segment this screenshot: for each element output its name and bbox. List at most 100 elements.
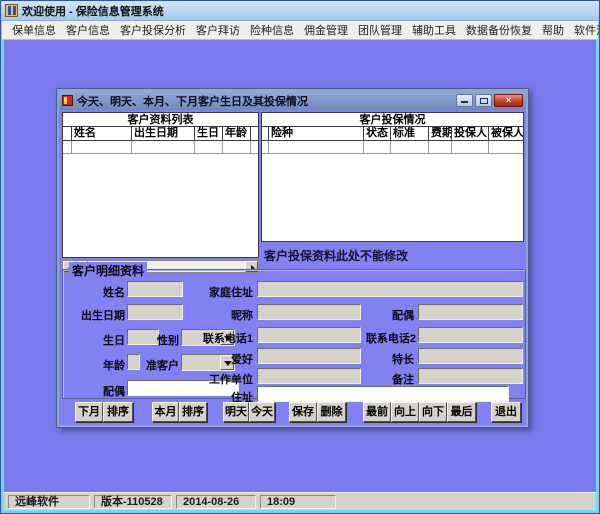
menu-aux-tools[interactable]: 辅助工具	[407, 22, 461, 38]
birth-date-label: 出生日期	[81, 310, 125, 322]
customer-list-grid[interactable]: 客户资料列表 姓名 出生日期 生日 年龄	[62, 112, 259, 258]
this-month-button[interactable]: 本月	[152, 402, 179, 422]
spouse-right-label: 配偶	[392, 310, 414, 322]
col-birthday: 生日	[195, 127, 223, 140]
prospect-label: 准客户	[146, 360, 179, 372]
maximize-icon	[480, 98, 488, 104]
col-standard: 标准	[391, 127, 429, 140]
menu-bar: 保单信息 客户信息 客户投保分析 客户拜访 险种信息 佣金管理 团队管理 辅助工…	[2, 21, 599, 40]
col-insurance-type: 险种	[269, 127, 364, 140]
menu-customer-visit[interactable]: 客户拜访	[191, 22, 245, 38]
close-button[interactable]: ×	[494, 94, 523, 107]
menu-policy-info[interactable]: 保单信息	[7, 22, 61, 38]
readonly-notice: 客户投保资料此处不能修改	[264, 249, 409, 263]
tomorrow-button[interactable]: 明天	[223, 402, 249, 422]
address-input[interactable]	[257, 386, 509, 402]
col-name: 姓名	[72, 127, 132, 140]
menu-team[interactable]: 团队管理	[353, 22, 407, 38]
work-unit-label: 工作单位	[209, 374, 253, 386]
child-window-icon	[62, 95, 73, 106]
remark-label: 备注	[392, 374, 414, 386]
nickname-input[interactable]	[257, 304, 361, 320]
home-address-label: 家庭住址	[209, 287, 253, 299]
child-window: 今天、明天、本月、下月客户生日及其投保情况 × 客户资料列表 姓名 出生日期 生…	[56, 88, 529, 428]
home-address-input[interactable]	[257, 281, 523, 297]
child-window-title: 今天、明天、本月、下月客户生日及其投保情况	[77, 95, 308, 108]
menu-commission[interactable]: 佣金管理	[299, 22, 353, 38]
child-client-area: 客户资料列表 姓名 出生日期 生日 年龄 客户投保情况 险种 状态 标准 费期 …	[59, 110, 526, 425]
save-button[interactable]: 保存	[289, 402, 317, 422]
sort-next-month-button[interactable]: 排序	[103, 402, 133, 422]
phone1-label: 联系电话1	[202, 333, 253, 345]
hobby-input[interactable]	[257, 348, 361, 364]
menu-insurance-analysis[interactable]: 客户投保分析	[115, 22, 191, 38]
window-border-bottom	[1, 510, 599, 513]
age-label: 年龄	[103, 360, 125, 372]
mdi-client-area: 今天、明天、本月、下月客户生日及其投保情况 × 客户资料列表 姓名 出生日期 生…	[4, 40, 596, 492]
sort-this-month-button[interactable]: 排序	[179, 402, 207, 422]
age-input[interactable]	[127, 354, 140, 370]
last-button[interactable]: 最后	[447, 402, 476, 422]
minimize-button[interactable]	[456, 94, 473, 107]
menu-help[interactable]: 帮助	[537, 22, 569, 38]
name-input[interactable]	[127, 281, 183, 297]
row-indicator-header	[262, 127, 269, 140]
menu-customer-info[interactable]: 客户信息	[61, 22, 115, 38]
menu-backup-restore[interactable]: 数据备份恢复	[461, 22, 537, 38]
col-status: 状态	[364, 127, 391, 140]
work-unit-input[interactable]	[257, 368, 361, 384]
child-title-bar[interactable]: 今天、明天、本月、下月客户生日及其投保情况 ×	[59, 91, 526, 110]
birth-date-input[interactable]	[127, 304, 183, 320]
col-spare	[251, 127, 258, 140]
groupbox-label: 客户明细资料	[69, 262, 148, 279]
up-button[interactable]: 向上	[391, 402, 419, 422]
specialty-input[interactable]	[418, 348, 523, 364]
policy-empty-row[interactable]	[262, 141, 523, 154]
next-month-button[interactable]: 下月	[75, 402, 103, 422]
col-birth-date: 出生日期	[132, 127, 195, 140]
specialty-label: 特长	[392, 354, 414, 366]
today-button[interactable]: 今天	[249, 402, 275, 422]
title-bar[interactable]: 欢迎使用 - 保险信息管理系统	[1, 1, 599, 21]
close-icon: ×	[505, 95, 512, 105]
policy-grid[interactable]: 客户投保情况 险种 状态 标准 费期 投保人 被保人	[261, 112, 524, 242]
menu-insurance-type-info[interactable]: 险种信息	[245, 22, 299, 38]
window-border-right	[596, 21, 599, 513]
first-button[interactable]: 最前	[363, 402, 391, 422]
customer-list-group-header: 客户资料列表	[63, 113, 258, 127]
col-insured: 被保人	[491, 127, 523, 139]
col-age: 年龄	[223, 127, 251, 140]
phone1-input[interactable]	[257, 327, 361, 343]
main-window: 欢迎使用 - 保险信息管理系统 保单信息 客户信息 客户投保分析 客户拜访 险种…	[0, 0, 600, 514]
col-policyholder: 投保人	[454, 127, 489, 140]
name-label: 姓名	[103, 287, 125, 299]
hobby-label: 爱好	[231, 354, 253, 366]
window-border-left	[1, 21, 4, 513]
status-time: 18:09	[260, 495, 336, 509]
spouse-right-input[interactable]	[418, 304, 523, 320]
birthday-label: 生日	[103, 335, 125, 347]
phone2-label: 联系电话2	[365, 333, 416, 345]
status-company: 远峰软件	[8, 495, 90, 509]
maximize-button[interactable]	[475, 94, 492, 107]
row-indicator-header	[63, 127, 72, 140]
remark-input[interactable]	[418, 368, 523, 384]
down-button[interactable]: 向下	[419, 402, 447, 422]
minimize-icon	[461, 101, 468, 103]
policy-group-header: 客户投保情况	[262, 113, 523, 127]
status-version: 版本-110528	[94, 495, 172, 509]
exit-button[interactable]: 退出	[491, 402, 521, 422]
window-title: 欢迎使用 - 保险信息管理系统	[22, 5, 164, 18]
spouse-left-label: 配偶	[103, 386, 125, 398]
status-bar: 远峰软件 版本-110528 2014-08-26 18:09	[4, 492, 596, 510]
col-fee-period: 费期	[431, 127, 452, 140]
menu-register[interactable]: 软件注册	[569, 22, 599, 38]
gender-label: 性别	[157, 335, 179, 347]
customer-list-empty-row[interactable]	[63, 141, 258, 154]
nickname-label: 昵称	[231, 310, 253, 322]
delete-button[interactable]: 删除	[317, 402, 346, 422]
status-date: 2014-08-26	[176, 495, 256, 509]
phone2-input[interactable]	[418, 327, 523, 343]
detail-form-groupbox: 客户明细资料 姓名 出生日期 生日 性别 年龄 准客户 配偶 家庭住址 昵称 联…	[62, 262, 526, 404]
app-icon	[5, 4, 18, 17]
